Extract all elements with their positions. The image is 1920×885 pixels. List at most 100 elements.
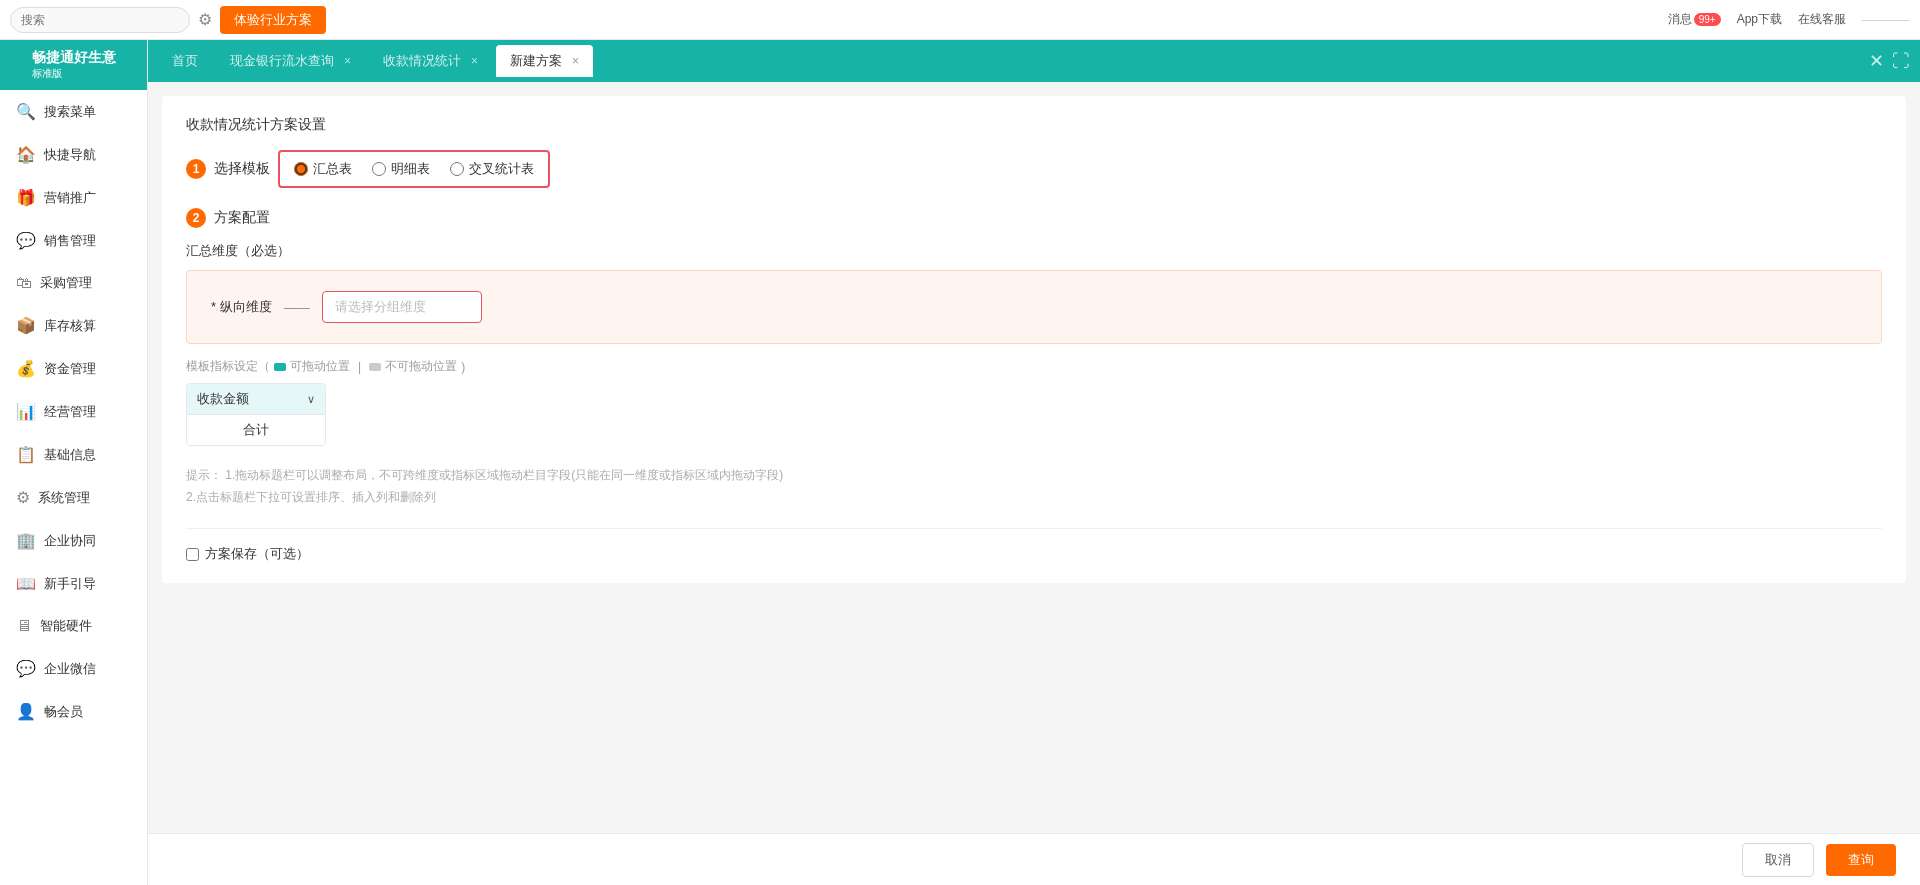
tab-close-all[interactable]: ✕ (1869, 50, 1884, 72)
logo-text: 畅捷通好生意 (32, 49, 116, 67)
list-icon: 📋 (16, 445, 36, 464)
sidebar-label: 系统管理 (38, 489, 90, 507)
settings-icon: ⚙ (16, 488, 30, 507)
radio-cross[interactable]: 交叉统计表 (450, 160, 534, 178)
dimension-area: * 纵向维度 —— 请选择分组维度 (186, 270, 1882, 344)
fixed-label: 不可拖动位置 (385, 358, 457, 375)
save-option: 方案保存（可选） (186, 545, 1882, 563)
page-footer: 取消 查询 (148, 833, 1920, 885)
sidebar-item-purchase[interactable]: 🛍 采购管理 (0, 262, 147, 304)
hint-area: 提示： 1.拖动标题栏可以调整布局，不可跨维度或指标区域拖动栏目字段(只能在同一… (186, 465, 1882, 508)
wechat-icon: 💬 (16, 659, 36, 678)
sidebar-item-guide[interactable]: 📖 新手引导 (0, 562, 147, 605)
dim-arrow: —— (284, 300, 310, 315)
sidebar-item-finance[interactable]: 💰 资金管理 (0, 347, 147, 390)
sidebar-item-operation[interactable]: 📊 经营管理 (0, 390, 147, 433)
sidebar-label: 采购管理 (40, 274, 92, 292)
tab-bar: 首页 现金银行流水查询 × 收款情况统计 × 新建方案 × ✕ ⛶ (148, 40, 1920, 82)
money-icon: 💰 (16, 359, 36, 378)
tab-expand[interactable]: ⛶ (1892, 50, 1910, 72)
tab-new-plan-label: 新建方案 (510, 52, 562, 70)
tab-receipt-stat[interactable]: 收款情况统计 × (369, 45, 492, 77)
tab-receipt-stat-close[interactable]: × (471, 54, 478, 68)
top-bar-left: ⚙ 体验行业方案 (10, 6, 326, 34)
online-service[interactable]: 在线客服 (1798, 11, 1846, 28)
chart-icon: 📊 (16, 402, 36, 421)
tab-new-plan-close[interactable]: × (572, 54, 579, 68)
draggable-label: 可拖动位置 (290, 358, 350, 375)
chat-icon: 💬 (16, 231, 36, 250)
cancel-button[interactable]: 取消 (1742, 843, 1814, 877)
sidebar-item-marketing[interactable]: 🎁 营销推广 (0, 176, 147, 219)
hint-line-2: 2.点击标题栏下拉可设置排序、插入列和删除列 (186, 487, 1882, 509)
radio-detail[interactable]: 明细表 (372, 160, 430, 178)
vertical-dim-label: * 纵向维度 (211, 298, 272, 316)
template-options: 汇总表 明细表 交叉统计表 (278, 150, 550, 188)
sidebar-item-sales[interactable]: 💬 销售管理 (0, 219, 147, 262)
sidebar-label: 新手引导 (44, 575, 96, 593)
tab-bank-flow-close[interactable]: × (344, 54, 351, 68)
draggable-hint: 模板指标设定（ 可拖动位置 | 不可拖动位置 ) (186, 358, 1882, 375)
close-paren: ) (461, 360, 465, 374)
radio-detail-input[interactable] (372, 162, 386, 176)
tab-bank-flow[interactable]: 现金银行流水查询 × (216, 45, 365, 77)
separator: | (358, 360, 361, 374)
tab-home[interactable]: 首页 (158, 45, 212, 77)
radio-summary-input[interactable] (294, 162, 308, 176)
main-area: 首页 现金银行流水查询 × 收款情况统计 × 新建方案 × ✕ ⛶ 收款情况统计… (148, 40, 1920, 885)
sidebar-label: 快捷导航 (44, 146, 96, 164)
message-badge: 99+ (1694, 13, 1721, 26)
tab-receipt-stat-label: 收款情况统计 (383, 52, 461, 70)
dim-select[interactable]: 请选择分组维度 (322, 291, 482, 323)
member-icon: 👤 (16, 702, 36, 721)
metrics-label-text: 模板指标设定（ (186, 358, 270, 375)
sidebar-item-system[interactable]: ⚙ 系统管理 (0, 476, 147, 519)
sidebar-label: 智能硬件 (40, 617, 92, 635)
sidebar-item-hardware[interactable]: 🖥 智能硬件 (0, 605, 147, 647)
building-icon: 🏢 (16, 531, 36, 550)
sidebar-label: 搜索菜单 (44, 103, 96, 121)
sidebar-label: 经营管理 (44, 403, 96, 421)
radio-cross-input[interactable] (450, 162, 464, 176)
hardware-icon: 🖥 (16, 617, 32, 635)
book-icon: 📖 (16, 574, 36, 593)
sidebar-label: 营销推广 (44, 189, 96, 207)
sidebar-label: 畅会员 (44, 703, 83, 721)
search-icon: 🔍 (16, 102, 36, 121)
trial-button[interactable]: 体验行业方案 (220, 6, 326, 34)
sidebar-label: 资金管理 (44, 360, 96, 378)
tab-bar-controls: ✕ ⛶ (1869, 50, 1910, 72)
stat-table: 收款金额 ∨ 合计 (186, 383, 326, 446)
sidebar-item-member[interactable]: 👤 畅会员 (0, 690, 147, 733)
drag-indicator-fixed (369, 363, 381, 371)
sidebar-item-wechat[interactable]: 💬 企业微信 (0, 647, 147, 690)
stat-header[interactable]: 收款金额 ∨ (187, 384, 325, 415)
sidebar-item-enterprise[interactable]: 🏢 企业协同 (0, 519, 147, 562)
home-icon: 🏠 (16, 145, 36, 164)
message-label[interactable]: 消息99+ (1668, 11, 1721, 28)
sidebar: 畅捷通好生意 标准版 🔍 搜索菜单 🏠 快捷导航 🎁 营销推广 💬 销售管理 🛍… (0, 40, 148, 885)
sidebar-item-basic[interactable]: 📋 基础信息 (0, 433, 147, 476)
chevron-down-icon[interactable]: ∨ (307, 393, 315, 406)
radio-detail-label: 明细表 (391, 160, 430, 178)
save-label: 方案保存（可选） (205, 545, 309, 563)
sidebar-item-search-menu[interactable]: 🔍 搜索菜单 (0, 90, 147, 133)
top-bar-right: 消息99+ App下载 在线客服 ———— (1668, 11, 1910, 28)
save-checkbox[interactable] (186, 548, 199, 561)
gear-icon[interactable]: ⚙ (198, 10, 212, 29)
sidebar-item-quick-nav[interactable]: 🏠 快捷导航 (0, 133, 147, 176)
box-icon: 📦 (16, 316, 36, 335)
search-input[interactable] (10, 7, 190, 33)
config-card: 收款情况统计方案设置 1 选择模板 汇总表 (162, 96, 1906, 583)
sidebar-label: 基础信息 (44, 446, 96, 464)
section-config: 2 方案配置 汇总维度（必选） * 纵向维度 —— 请选择分组维度 (186, 208, 1882, 508)
gift-icon: 🎁 (16, 188, 36, 207)
tab-new-plan[interactable]: 新建方案 × (496, 45, 593, 77)
logo-sub: 标准版 (32, 67, 116, 81)
radio-summary[interactable]: 汇总表 (294, 160, 352, 178)
page-content: 收款情况统计方案设置 1 选择模板 汇总表 (148, 82, 1920, 833)
sidebar-item-inventory[interactable]: 📦 库存核算 (0, 304, 147, 347)
query-button[interactable]: 查询 (1826, 844, 1896, 876)
section-template: 1 选择模板 汇总表 明细表 (186, 150, 1882, 188)
app-download[interactable]: App下载 (1737, 11, 1782, 28)
